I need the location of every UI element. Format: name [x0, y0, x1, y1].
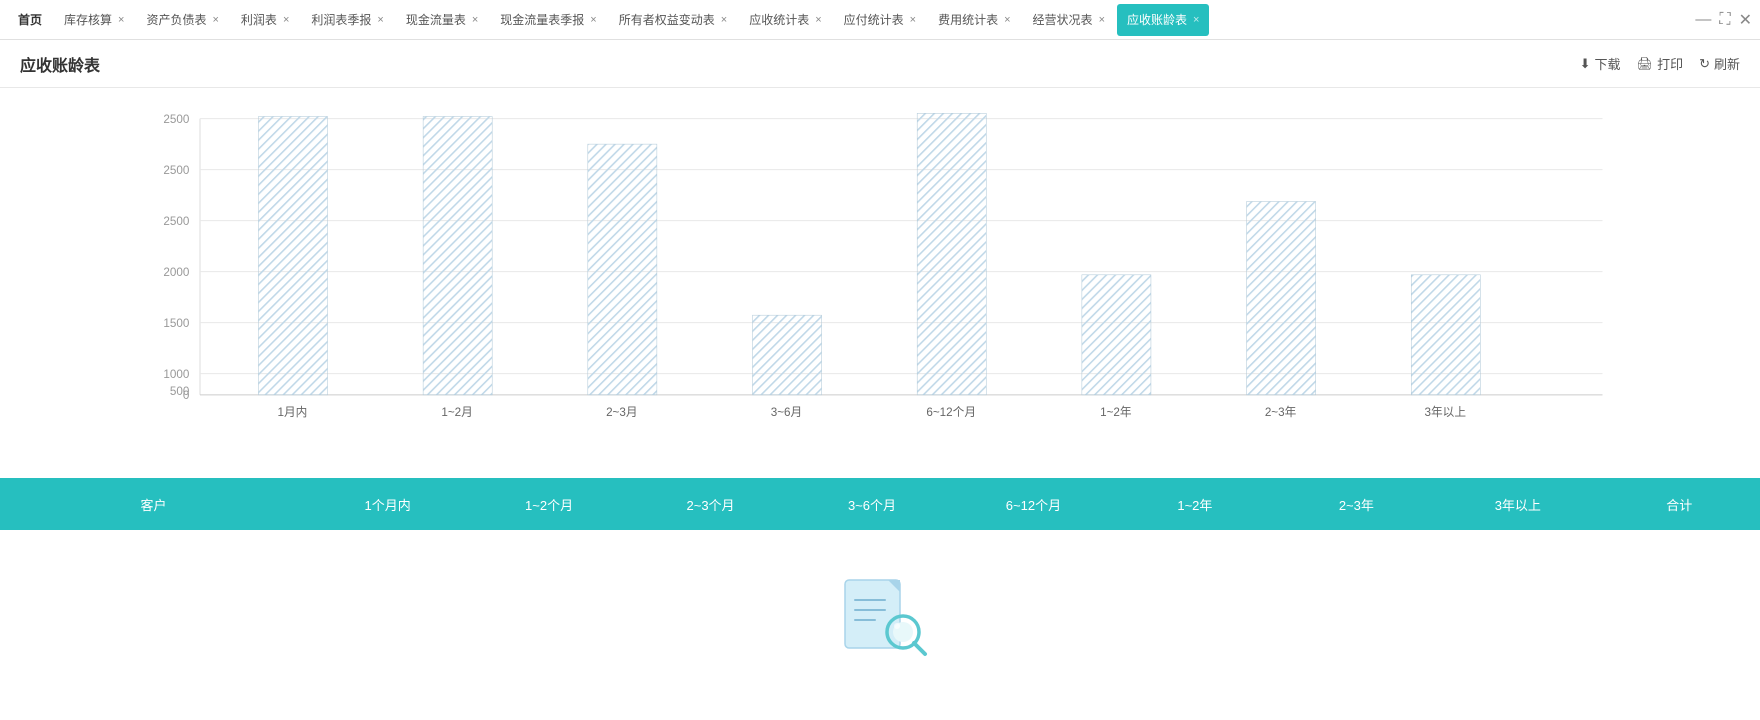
svg-text:1500: 1500 [163, 317, 189, 330]
svg-text:6~12个月: 6~12个月 [926, 406, 976, 419]
svg-text:1月内: 1月内 [278, 405, 308, 419]
close-ar-aging-tab[interactable]: × [1193, 14, 1199, 26]
minimize-button[interactable]: — [1695, 11, 1711, 29]
svg-text:1~2年: 1~2年 [1100, 405, 1132, 419]
tab-expense-stats[interactable]: 费用统计表 × [928, 4, 1020, 36]
svg-text:2000: 2000 [163, 266, 189, 279]
tab-ar-aging[interactable]: 应收账龄表 × [1117, 4, 1209, 36]
close-cashflow-quarterly-tab[interactable]: × [590, 14, 596, 26]
download-button[interactable]: ⬇ 下载 [1580, 54, 1621, 73]
col-3plus-years: 3年以上 [1437, 495, 1598, 514]
close-ap-stats-tab[interactable]: × [910, 14, 916, 26]
tab-cashflow-quarterly[interactable]: 现金流量表季报 × [490, 4, 606, 36]
svg-text:2500: 2500 [163, 164, 189, 177]
svg-text:2~3月: 2~3月 [606, 406, 637, 419]
close-inventory-tab[interactable]: × [118, 14, 124, 26]
bar-2-3月 [588, 144, 657, 395]
col-3-6months: 3~6个月 [791, 495, 952, 514]
bar-6-12月 [917, 113, 986, 395]
tab-profit[interactable]: 利润表 × [231, 4, 299, 36]
col-2-3years: 2~3年 [1276, 495, 1437, 514]
tab-cashflow[interactable]: 现金流量表 × [396, 4, 488, 36]
tab-home[interactable]: 首页 [8, 4, 52, 36]
col-1month: 1个月内 [307, 495, 468, 514]
bar-3-6月 [753, 315, 822, 395]
page-header: 应收账龄表 ⬇ 下载 🖨 打印 ↻ 刷新 [0, 40, 1760, 88]
svg-text:2~3年: 2~3年 [1265, 405, 1297, 419]
close-operations-tab[interactable]: × [1099, 14, 1105, 26]
bar-chart: 2500 2500 2500 2000 1500 1000 500 0 [30, 108, 1730, 448]
download-icon: ⬇ [1580, 56, 1591, 72]
close-window-button[interactable]: ✕ [1739, 10, 1752, 30]
close-balance-sheet-tab[interactable]: × [212, 14, 218, 26]
bar-3年以上 [1411, 275, 1480, 395]
tab-balance-sheet[interactable]: 资产负债表 × [136, 4, 228, 36]
chart-area: 2500 2500 2500 2000 1500 1000 500 0 [0, 88, 1760, 478]
svg-text:3年以上: 3年以上 [1424, 405, 1466, 419]
svg-text:2500: 2500 [163, 113, 189, 126]
col-1-2months: 1~2个月 [468, 495, 629, 514]
maximize-button[interactable]: ⛶ [1719, 11, 1730, 29]
tab-inventory[interactable]: 库存核算 × [54, 4, 134, 36]
print-button[interactable]: 🖨 打印 [1637, 54, 1684, 73]
tab-ar-stats[interactable]: 应收统计表 × [739, 4, 831, 36]
print-icon: 🖨 [1637, 56, 1654, 72]
bar-1-2月 [423, 117, 492, 395]
svg-text:1~2月: 1~2月 [441, 406, 472, 419]
svg-text:1000: 1000 [163, 368, 189, 381]
main-panel: 2500 2500 2500 2000 1500 1000 500 0 [0, 88, 1760, 720]
empty-illustration [825, 570, 935, 660]
tab-equity-changes[interactable]: 所有者权益变动表 × [609, 4, 737, 36]
close-ar-stats-tab[interactable]: × [815, 14, 821, 26]
refresh-icon: ↻ [1699, 56, 1710, 72]
tab-bar-actions: — ⛶ ✕ [1695, 10, 1752, 30]
svg-text:0: 0 [183, 389, 190, 402]
col-customer: 客户 [0, 495, 307, 514]
page-actions: ⬇ 下载 🖨 打印 ↻ 刷新 [1580, 54, 1740, 73]
close-profit-quarterly-tab[interactable]: × [377, 14, 383, 26]
svg-text:2500: 2500 [163, 215, 189, 228]
tab-bar: 首页 库存核算 × 资产负债表 × 利润表 × 利润表季报 × 现金流量表 × … [0, 0, 1760, 40]
col-1-2years: 1~2年 [1114, 495, 1275, 514]
col-6-12months: 6~12个月 [953, 495, 1114, 514]
tab-operations[interactable]: 经营状况表 × [1023, 4, 1115, 36]
close-profit-tab[interactable]: × [283, 14, 289, 26]
page-title: 应收账龄表 [20, 52, 100, 76]
tab-ap-stats[interactable]: 应付统计表 × [834, 4, 926, 36]
close-cashflow-tab[interactable]: × [472, 14, 478, 26]
close-expense-stats-tab[interactable]: × [1004, 14, 1010, 26]
bar-1-2年 [1082, 275, 1151, 395]
table-header: 客户 1个月内 1~2个月 2~3个月 3~6个月 6~12个月 1~2年 2~… [0, 478, 1760, 530]
tab-profit-quarterly[interactable]: 利润表季报 × [301, 4, 393, 36]
empty-state [0, 530, 1760, 720]
close-equity-changes-tab[interactable]: × [721, 14, 727, 26]
bar-1月内 [258, 117, 327, 395]
refresh-button[interactable]: ↻ 刷新 [1699, 54, 1740, 73]
col-2-3months: 2~3个月 [630, 495, 791, 514]
col-total: 合计 [1599, 495, 1760, 514]
svg-text:3~6月: 3~6月 [771, 406, 802, 419]
bar-2-3年 [1247, 202, 1316, 395]
app-container: 首页 库存核算 × 资产负债表 × 利润表 × 利润表季报 × 现金流量表 × … [0, 0, 1760, 720]
